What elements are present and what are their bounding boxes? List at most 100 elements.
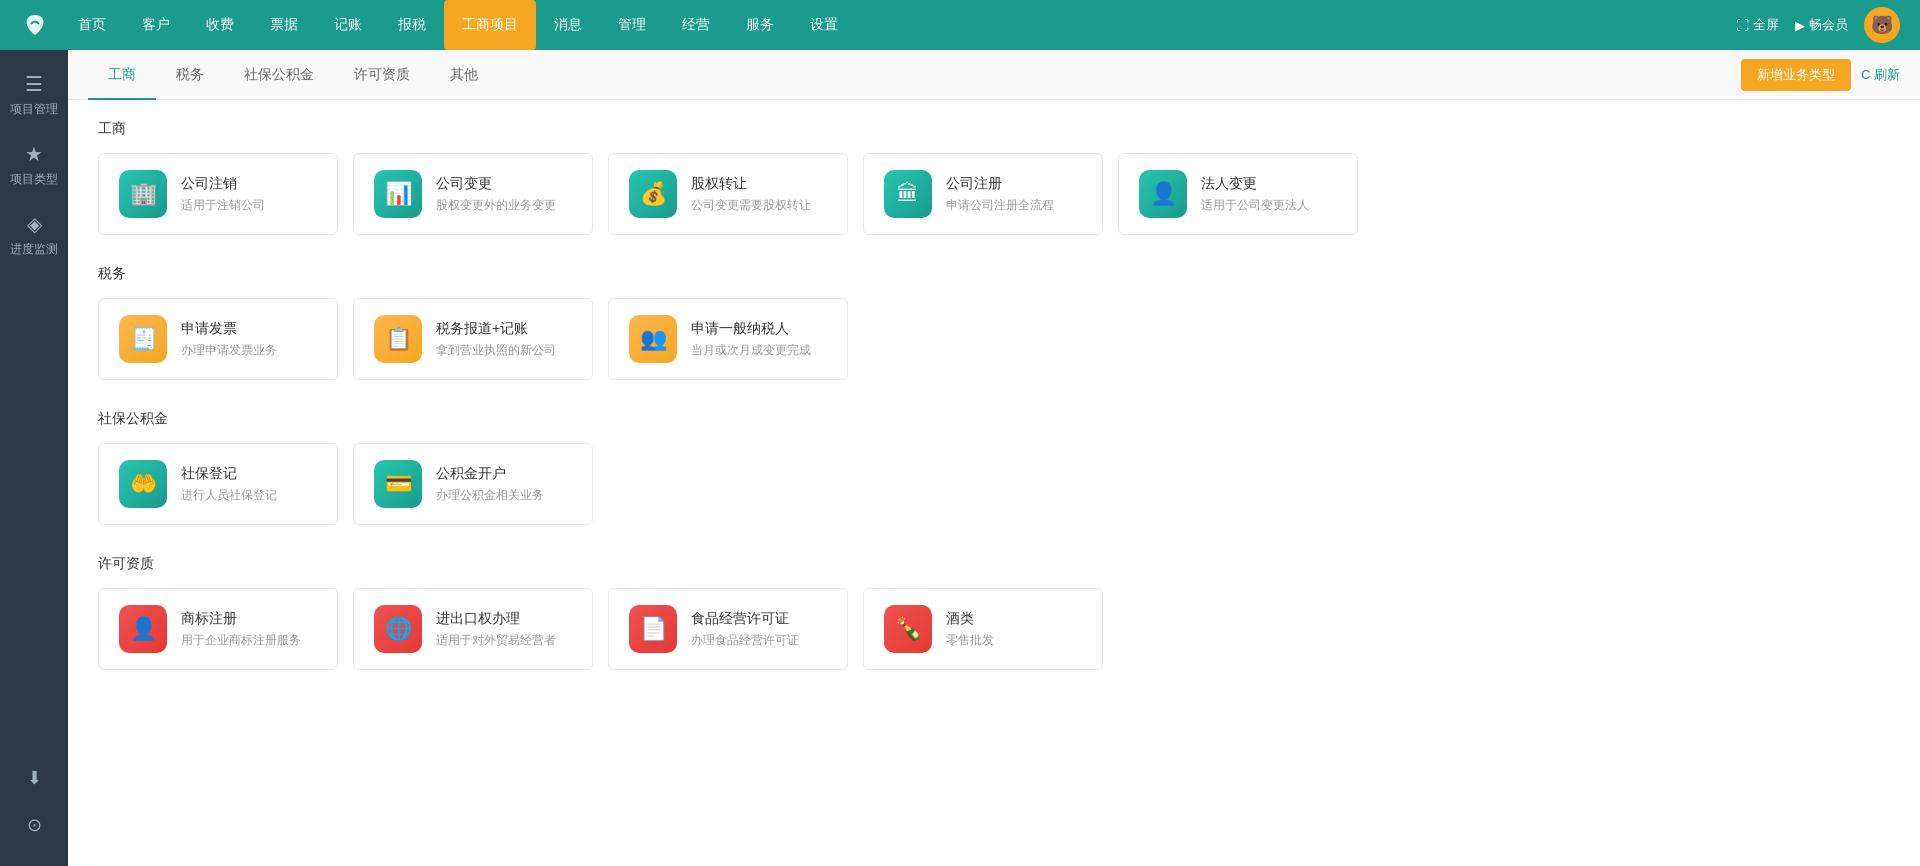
sidebar-download-btn[interactable]: ⬇ [0,757,68,799]
card-公积金开户[interactable]: 💳 公积金开户办理公积金相关业务 [353,443,593,525]
card-title: 酒类 [946,610,1082,628]
card-desc: 当月或次月成变更完成 [691,342,827,359]
sidebar-label-project-manage: 项目管理 [10,101,58,118]
card-icon: 📄 [629,605,677,653]
card-title: 食品经营许可证 [691,610,827,628]
card-desc: 适用于公司变更法人 [1201,197,1337,214]
card-申请发票[interactable]: 🧾 申请发票办理申请发票业务 [98,298,338,380]
user-avatar[interactable]: 🐻 [1864,7,1900,43]
tab-bar-actions: 新增业务类型 C 刷新 [1741,59,1900,91]
nav-item-收费[interactable]: 收费 [188,0,252,50]
card-icon: 👥 [629,315,677,363]
card-icon: 💳 [374,460,422,508]
card-title: 社保登记 [181,465,317,483]
section-社保公积金: 社保公积金 🤲社保登记进行人员社保登记 💳 公积金开户办理公积金相关业务 [98,410,1890,525]
card-商标注册[interactable]: 👤 商标注册用于企业商标注册服务 [98,588,338,670]
sidebar-location-btn[interactable]: ⊙ [0,804,68,846]
tab-社保公积金[interactable]: 社保公积金 [224,50,334,100]
section-title: 许可资质 [98,555,1890,573]
page-content: 工商🏢公司注销适用于注销公司📊公司变更股权变更外的业务变更💰股权转让公司变更需要… [68,100,1920,866]
card-icon: 🍾 [884,605,932,653]
card-公司变更[interactable]: 📊 公司变更股权变更外的业务变更 [353,153,593,235]
cards-grid: 👤 商标注册用于企业商标注册服务 🌐进出口权办理适用于对外贸易经营者 📄 食品经营许可证… [98,588,1890,670]
card-desc: 股权变更外的业务变更 [436,197,572,214]
card-icon: 👤 [119,605,167,653]
nav-item-服务[interactable]: 服务 [728,0,792,50]
sidebar-item-progress[interactable]: ◈ 进度监测 [0,200,68,270]
card-desc: 申请公司注册全流程 [946,197,1082,214]
card-title: 税务报道+记账 [436,320,572,338]
card-股权转让[interactable]: 💰股权转让公司变更需要股权转让 [608,153,848,235]
sidebar-label-progress: 进度监测 [10,241,58,258]
tab-工商[interactable]: 工商 [88,50,156,100]
card-title: 公司注销 [181,175,317,193]
card-法人变更[interactable]: 👤法人变更适用于公司变更法人 [1118,153,1358,235]
card-申请一般纳税人[interactable]: 👥 申请一般纳税人当月或次月成变更完成 [608,298,848,380]
fullscreen-icon: ⛶ [1736,18,1749,33]
nav-item-经营[interactable]: 经营 [664,0,728,50]
card-icon: 💰 [629,170,677,218]
left-sidebar: ☰ 项目管理 ★ 项目类型 ◈ 进度监测 ⬇ ⊙ [0,50,68,866]
tab-税务[interactable]: 税务 [156,50,224,100]
nav-item-工商项目[interactable]: 工商项目 [444,0,536,50]
card-title: 商标注册 [181,610,317,628]
nav-item-消息[interactable]: 消息 [536,0,600,50]
card-info: 税务报道+记账拿到营业执照的新公司 [436,320,572,359]
card-title: 进出口权办理 [436,610,572,628]
card-desc: 适用于注销公司 [181,197,317,214]
card-进出口权办理[interactable]: 🌐进出口权办理适用于对外贸易经营者 [353,588,593,670]
card-info: 公积金开户办理公积金相关业务 [436,465,572,504]
fullscreen-label: 全屏 [1753,16,1779,34]
card-info: 申请一般纳税人当月或次月成变更完成 [691,320,827,359]
card-desc: 办理申请发票业务 [181,342,317,359]
card-info: 法人变更适用于公司变更法人 [1201,175,1337,214]
card-info: 商标注册用于企业商标注册服务 [181,610,317,649]
card-icon: 📊 [374,170,422,218]
cards-grid: 🧾 申请发票办理申请发票业务 📋 税务报道+记账拿到营业执照的新公司 👥 申请一般纳税人当… [98,298,1890,380]
card-icon: 📋 [374,315,422,363]
nav-right: ⛶ 全屏 ▶ 畅会员 🐻 [1736,7,1900,43]
nav-item-客户[interactable]: 客户 [124,0,188,50]
tab-其他[interactable]: 其他 [430,50,498,100]
card-title: 申请一般纳税人 [691,320,827,338]
sidebar-label-project-type: 项目类型 [10,171,58,188]
section-工商: 工商🏢公司注销适用于注销公司📊公司变更股权变更外的业务变更💰股权转让公司变更需要… [98,120,1890,235]
tab-许可资质[interactable]: 许可资质 [334,50,430,100]
card-title: 申请发票 [181,320,317,338]
nav-item-首页[interactable]: 首页 [60,0,124,50]
card-title: 公司注册 [946,175,1082,193]
content-area: 工商税务社保公积金许可资质其他新增业务类型C 刷新 工商🏢公司注销适用于注销公司… [68,50,1920,866]
section-title: 社保公积金 [98,410,1890,428]
card-info: 社保登记进行人员社保登记 [181,465,317,504]
card-desc: 拿到营业执照的新公司 [436,342,572,359]
nav-item-票据[interactable]: 票据 [252,0,316,50]
section-税务: 税务🧾申请发票办理申请发票业务📋税务报道+记账拿到营业执照的新公司👥申请一般纳税… [98,265,1890,380]
refresh-button[interactable]: C 刷新 [1861,66,1900,84]
sidebar-item-project-type[interactable]: ★ 项目类型 [0,130,68,200]
card-icon: 🏛 [884,170,932,218]
card-info: 公司变更股权变更外的业务变更 [436,175,572,214]
card-税务报道+记账[interactable]: 📋 税务报道+记账拿到营业执照的新公司 [353,298,593,380]
nav-item-管理[interactable]: 管理 [600,0,664,50]
nav-item-设置[interactable]: 设置 [792,0,856,50]
cards-grid: 🤲社保登记进行人员社保登记 💳 公积金开户办理公积金相关业务 [98,443,1890,525]
star-icon: ★ [25,142,43,166]
card-icon: 🧾 [119,315,167,363]
new-type-button[interactable]: 新增业务类型 [1741,59,1851,91]
nav-item-报税[interactable]: 报税 [380,0,444,50]
sidebar-item-project-manage[interactable]: ☰ 项目管理 [0,60,68,130]
vip-btn[interactable]: ▶ 畅会员 [1795,16,1848,34]
card-食品经营许可证[interactable]: 📄食品经营许可证办理食品经营许可证 [608,588,848,670]
card-title: 股权转让 [691,175,827,193]
card-公司注册[interactable]: 🏛 公司注册申请公司注册全流程 [863,153,1103,235]
logo [10,11,60,39]
card-酒类[interactable]: 🍾酒类零售批发 [863,588,1103,670]
fullscreen-btn[interactable]: ⛶ 全屏 [1736,16,1779,34]
card-公司注销[interactable]: 🏢公司注销适用于注销公司 [98,153,338,235]
vip-icon: ▶ [1795,18,1805,33]
card-desc: 用于企业商标注册服务 [181,632,317,649]
nav-item-记账[interactable]: 记账 [316,0,380,50]
progress-icon: ◈ [27,212,42,236]
cards-grid: 🏢公司注销适用于注销公司📊公司变更股权变更外的业务变更💰股权转让公司变更需要股权… [98,153,1890,235]
card-社保登记[interactable]: 🤲社保登记进行人员社保登记 [98,443,338,525]
